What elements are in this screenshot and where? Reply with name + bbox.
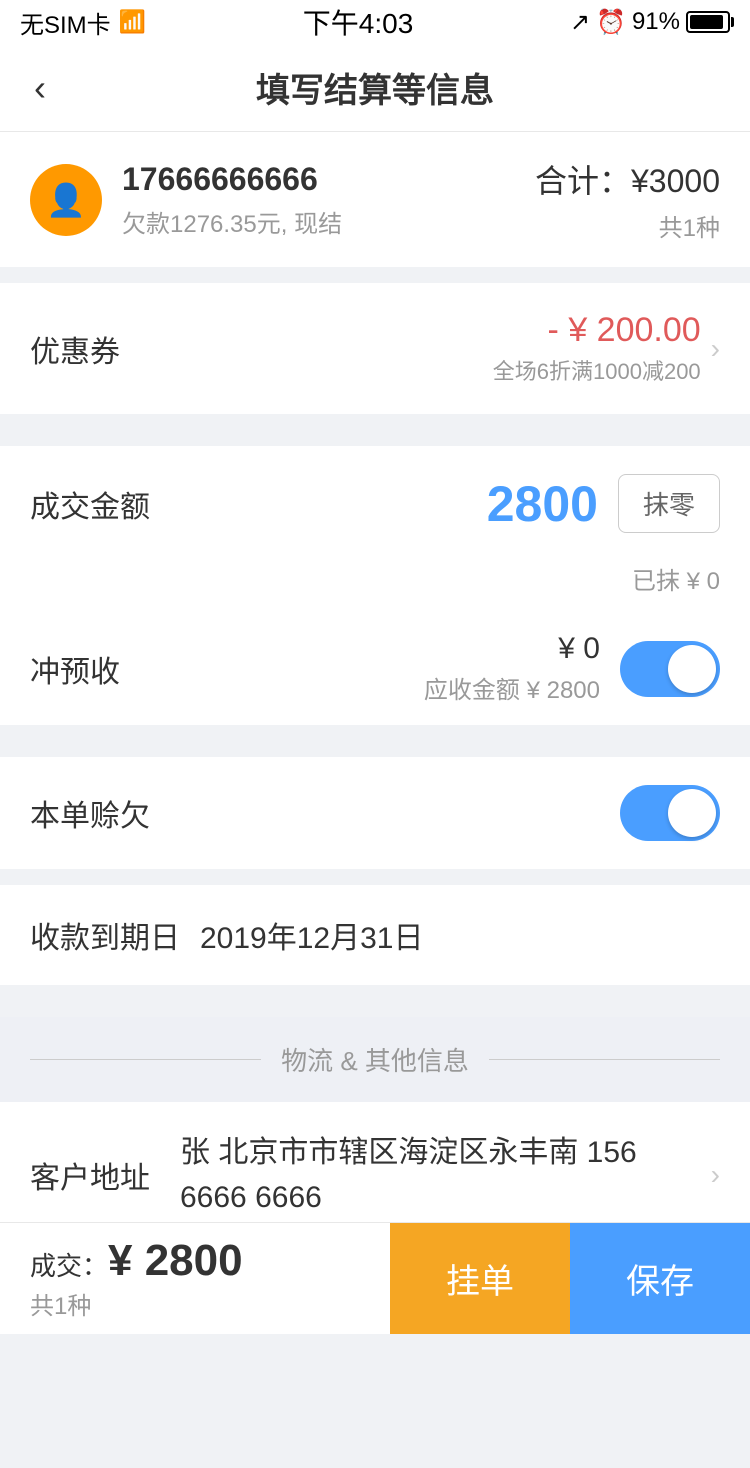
customer-info: 17666666666 欠款1276.35元, 现结 (122, 161, 342, 239)
address-label: 客户地址 (30, 1153, 150, 1197)
deal-row: 成交金额 2800 抹零 (0, 446, 750, 561)
prepay-toggle[interactable] (620, 641, 720, 697)
coupon-right: - ¥ 200.00 全场6折满1000减200 › (493, 311, 720, 386)
prepay-desc: 应收金额 ¥ 2800 (424, 670, 600, 705)
battery-fill (690, 15, 723, 29)
carrier-text: 无SIM卡 (20, 5, 111, 40)
deal-label: 成交金额 (30, 482, 150, 526)
prepay-label: 冲预收 (30, 647, 120, 691)
bottom-actions: 挂单 保存 (390, 1223, 750, 1334)
header-line-left (30, 1059, 261, 1060)
section-divider-1 (0, 430, 750, 446)
prepay-row: 冲预收 ¥ 0 应收金额 ¥ 2800 (0, 612, 750, 725)
status-right: ↗ ⏰ 91% (570, 8, 730, 37)
coupon-row[interactable]: 优惠券 - ¥ 200.00 全场6折满1000减200 › (0, 283, 750, 414)
section-divider-2 (0, 741, 750, 757)
coupon-desc: 全场6折满1000减200 (493, 354, 701, 386)
prepay-toggle-knob (668, 645, 716, 693)
duedate-label: 收款到期日 (30, 913, 180, 957)
alarm-icon: ⏰ (596, 8, 626, 37)
location-icon: ↗ (570, 8, 590, 37)
customer-right: 合计：¥3000 共1种 (535, 156, 720, 243)
bottom-deal-label: 成交： (30, 1251, 108, 1281)
status-bar: 无SIM卡 📶 下午4:03 ↗ ⏰ 91% (0, 0, 750, 44)
page-title: 填写结算等信息 (256, 63, 494, 112)
overdue-toggle-knob (668, 789, 716, 837)
avatar: 👤 (30, 164, 102, 236)
deal-right: 2800 抹零 (487, 474, 720, 533)
status-time: 下午4:03 (303, 2, 414, 42)
address-value: 张 北京市市辖区海淀区永丰南 156 6666 6666 (180, 1130, 711, 1220)
deal-amount: 2800 (487, 475, 598, 533)
prepay-amount: ¥ 0 (424, 632, 600, 666)
overdue-label: 本单赊欠 (30, 791, 150, 835)
bottom-bar: 成交：¥ 2800 共1种 挂单 保存 (0, 1222, 750, 1334)
save-button[interactable]: 保存 (570, 1223, 750, 1334)
coupon-label: 优惠券 (30, 327, 120, 371)
total-count: 共1种 (535, 208, 720, 243)
wifi-icon: 📶 (119, 9, 146, 35)
coupon-amount: - ¥ 200.00 (493, 311, 701, 350)
customer-debt: 欠款1276.35元, 现结 (122, 204, 342, 239)
customer-left: 👤 17666666666 欠款1276.35元, 现结 (30, 161, 342, 239)
bottom-deal-row: 成交：¥ 2800 (30, 1236, 360, 1286)
chevron-right-icon: › (711, 333, 720, 365)
bottom-deal-count: 共1种 (30, 1286, 360, 1321)
overdue-toggle[interactable] (620, 785, 720, 841)
deal-section: 成交金额 2800 抹零 已抹 ¥ 0 冲预收 ¥ 0 应收金额 ¥ 2800 (0, 446, 750, 725)
total-amount: 合计：¥3000 (535, 156, 720, 202)
overdue-row: 本单赊欠 (0, 757, 750, 869)
duedate-row: 收款到期日 2019年12月31日 (0, 885, 750, 985)
back-button[interactable]: ‹ (24, 57, 56, 119)
customer-phone: 17666666666 (122, 161, 342, 198)
prepay-value: ¥ 0 应收金额 ¥ 2800 (424, 632, 600, 705)
battery-icon (686, 11, 730, 33)
duedate-value: 2019年12月31日 (200, 913, 423, 957)
round-zero-button[interactable]: 抹零 (618, 474, 720, 533)
section-header-text: 物流 & 其他信息 (281, 1041, 469, 1078)
header-line-right (489, 1059, 720, 1060)
hold-button[interactable]: 挂单 (390, 1223, 570, 1334)
address-chevron-icon: › (711, 1159, 720, 1191)
coupon-value: - ¥ 200.00 全场6折满1000减200 (493, 311, 701, 386)
bottom-deal-amount: ¥ 2800 (108, 1236, 243, 1285)
bottom-summary: 成交：¥ 2800 共1种 (0, 1236, 390, 1321)
battery-percent: 91% (632, 8, 680, 36)
section-divider-3 (0, 1001, 750, 1017)
nav-bar: ‹ 填写结算等信息 (0, 44, 750, 132)
prepay-right: ¥ 0 应收金额 ¥ 2800 (424, 632, 720, 705)
section-header: 物流 & 其他信息 (0, 1017, 750, 1102)
status-left: 无SIM卡 📶 (20, 5, 146, 40)
customer-row: 👤 17666666666 欠款1276.35元, 现结 合计：¥3000 共1… (0, 132, 750, 267)
deal-sub: 已抹 ¥ 0 (0, 561, 750, 612)
